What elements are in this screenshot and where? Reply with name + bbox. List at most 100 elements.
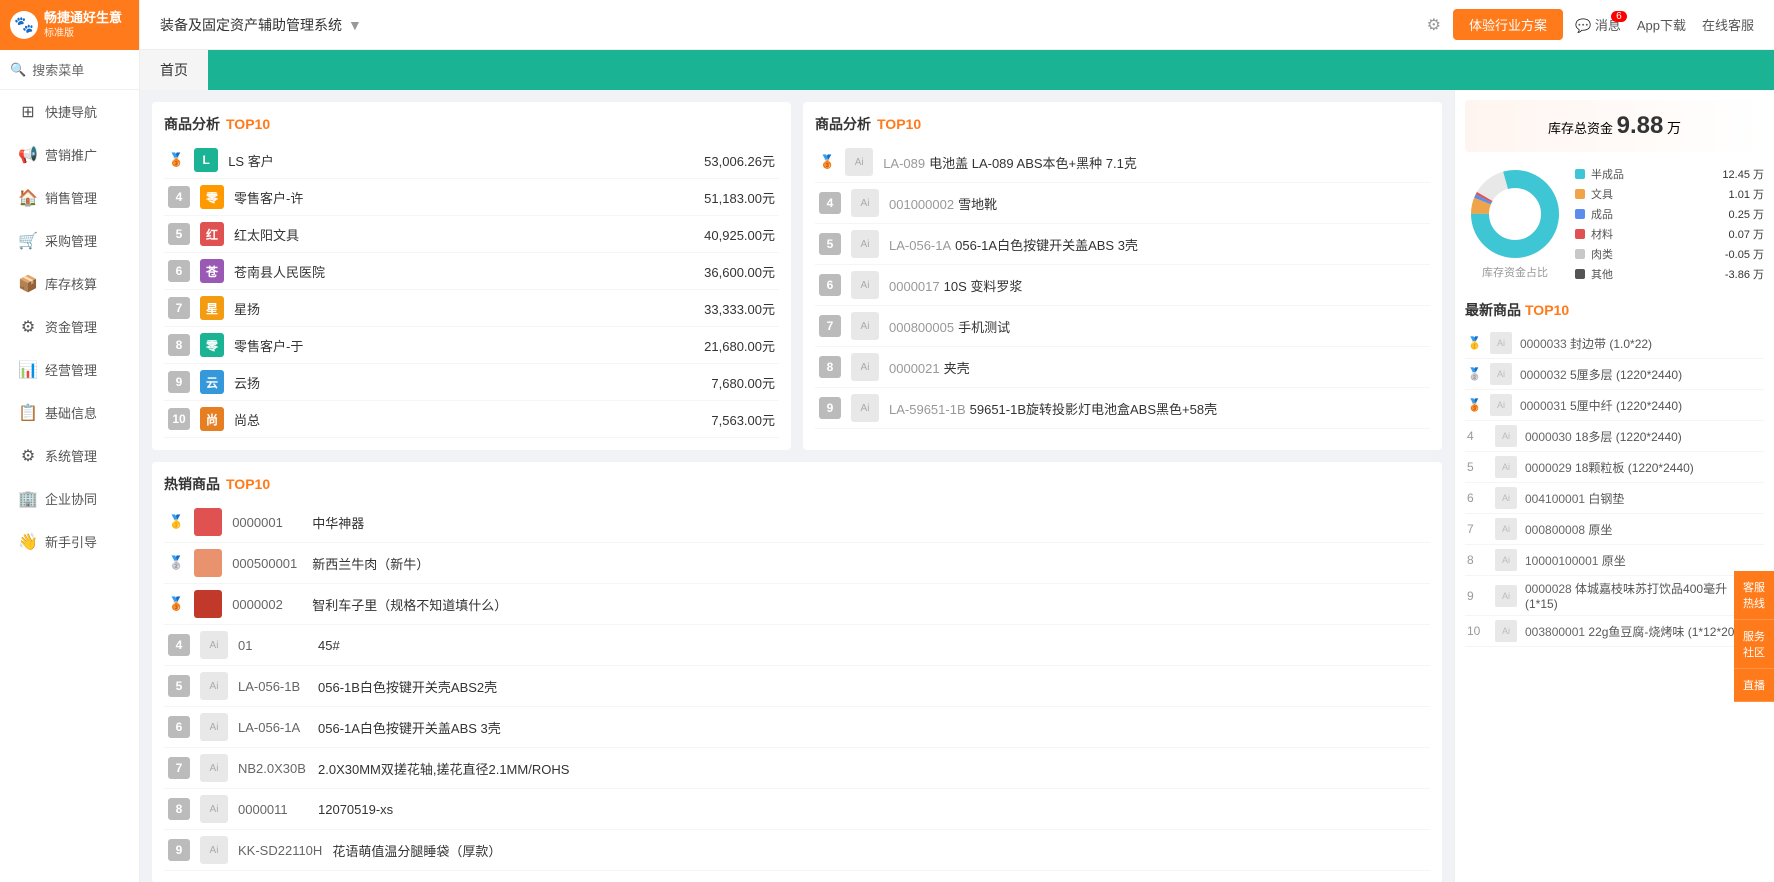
donut-legend: 半成品 12.45 万 文具 1.01 万 成品 0.25 万 [1575, 166, 1764, 286]
avatar: 星 [200, 296, 224, 320]
sidebar-item-inventory[interactable]: 📦 库存核算 [0, 262, 139, 305]
sidebar-item-finance[interactable]: ⚙ 资金管理 [0, 305, 139, 348]
sidebar-item-purchase[interactable]: 🛒 采购管理 [0, 219, 139, 262]
legend-item: 其他 -3.86 万 [1575, 266, 1764, 282]
settings-icon[interactable]: ⚙ [1427, 15, 1441, 35]
new-prod-item: 🥉 Ai 0000031 5厘中纤 (1220*2440) [1465, 390, 1764, 421]
product-thumb: Ai [851, 189, 879, 217]
avatar: 苍 [200, 259, 224, 283]
medal-icon: 🥇 [168, 514, 184, 530]
live-button[interactable]: 直播 [1734, 669, 1774, 702]
new-prod-item: 10 Ai 003800001 22g鱼豆腐-烧烤味 (1*12*20) [1465, 616, 1764, 647]
legend-item: 材料 0.07 万 [1575, 226, 1764, 242]
sidebar-item-basic[interactable]: 📋 基础信息 [0, 391, 139, 434]
rank-item: 10 尚 尚总 7,563.00元 [164, 401, 779, 438]
rank-item: 5 Ai LA-056-1B 056-1B白色按键开关壳ABS2壳 [164, 666, 1430, 707]
medal-icon: 🥉 [168, 596, 184, 612]
rank-item: 6 Ai LA-056-1A 056-1A白色按键开关盖ABS 3壳 [164, 707, 1430, 748]
legend-dot [1575, 229, 1585, 239]
new-prod-item: 🥈 Ai 0000032 5厘多层 (1220*2440) [1465, 359, 1764, 390]
app-download-link[interactable]: App下载 [1637, 15, 1686, 34]
sidebar-item-operation[interactable]: 📊 经营管理 [0, 348, 139, 391]
customer-ranking-card: 商品分析 TOP10 🥉 L LS 客户 53,006.26元 4 [152, 102, 791, 450]
tab-home[interactable]: 首页 [140, 50, 208, 90]
product-thumb: Ai [845, 148, 873, 176]
donut-chart-section: 库存资金占比 半成品 12.45 万 文具 1.01 万 [1465, 164, 1764, 288]
sidebar-item-marketing[interactable]: 📢 营销推广 [0, 133, 139, 176]
corp-icon: 🏢 [19, 490, 37, 508]
app-logo: 🐾 畅捷通好生意 标准版 [0, 0, 139, 50]
logo-icon: 🐾 [10, 11, 38, 39]
top-rankings-row: 商品分析 TOP10 🥉 L LS 客户 53,006.26元 4 [152, 102, 1442, 450]
avatar: L [194, 148, 218, 172]
system-name-text: 装备及固定资产辅助管理系统 [160, 15, 342, 35]
topbar: 装备及固定资产辅助管理系统 ▼ ⚙ 体验行业方案 💬 6 消息 App下载 在线… [140, 0, 1774, 50]
customer-service-button[interactable]: 客服热线 [1734, 571, 1774, 620]
rank-item: 9 云 云扬 7,680.00元 [164, 364, 779, 401]
legend-dot [1575, 209, 1585, 219]
new-prod-item: 7 Ai 000800008 原坐 [1465, 514, 1764, 545]
medal-icon: 🥇 [1467, 336, 1482, 350]
product-flow-card: 商品分析 TOP10 🥉 Ai LA-089电池盖 LA-089 ABS本色+黑… [803, 102, 1442, 450]
medal-icon: 🥉 [819, 154, 835, 170]
rank-item: 7 Ai 000800005手机测试 [815, 306, 1430, 347]
inventory-unit: 万 [1667, 120, 1681, 136]
sales-icon: 🏠 [19, 189, 37, 207]
logo-sub: 标准版 [44, 27, 122, 40]
sidebar-item-label: 销售管理 [45, 188, 97, 207]
new-products-title: 最新商品 TOP10 [1465, 300, 1764, 320]
logo-text: 畅捷通好生意 标准版 [44, 10, 122, 40]
dropdown-icon[interactable]: ▼ [348, 17, 362, 33]
new-products-section: 最新商品 TOP10 🥇 Ai 0000033 封边带 (1.0*22) 🥈 A… [1465, 300, 1764, 647]
search-menu[interactable]: 🔍 搜索菜单 [0, 50, 139, 90]
inventory-icon: 📦 [19, 275, 37, 293]
sidebar-item-label: 企业协同 [45, 489, 97, 508]
rank-item: 6 苍 苍南县人民医院 36,600.00元 [164, 253, 779, 290]
inventory-total-card: 库存总资金 9.88 万 [1465, 100, 1764, 152]
avatar: 尚 [200, 407, 224, 431]
content-main: 商品分析 TOP10 🥉 L LS 客户 53,006.26元 4 [140, 90, 1454, 882]
search-icon: 🔍 [10, 62, 26, 78]
sidebar-item-system[interactable]: ⚙ 系统管理 [0, 434, 139, 477]
sidebar-item-sales[interactable]: 🏠 销售管理 [0, 176, 139, 219]
product-thumb: Ai [1495, 620, 1517, 642]
product-thumb: Ai [1490, 332, 1512, 354]
rank-item: 🥉 Ai LA-089电池盖 LA-089 ABS本色+黑种 7.1克 [815, 142, 1430, 183]
rank-item: 7 星 星扬 33,333.00元 [164, 290, 779, 327]
guide-icon: 👋 [19, 533, 37, 551]
medal-icon: 🥉 [168, 152, 184, 168]
sidebar-item-corp[interactable]: 🏢 企业协同 [0, 477, 139, 520]
nav-tabs: 首页 [140, 50, 1774, 90]
topbar-right: 💬 6 消息 App下载 在线客服 [1575, 15, 1754, 34]
sidebar-item-label: 采购管理 [45, 231, 97, 250]
legend-item: 半成品 12.45 万 [1575, 166, 1764, 182]
customer-ranking-title: 商品分析 TOP10 [164, 114, 779, 134]
product-thumb: Ai [1495, 456, 1517, 478]
try-plan-button[interactable]: 体验行业方案 [1453, 9, 1563, 40]
product-thumb: Ai [851, 312, 879, 340]
purchase-icon: 🛒 [19, 232, 37, 250]
inventory-title: 库存总资金 9.88 万 [1477, 112, 1752, 140]
rank-item: 4 Ai 001000002雪地靴 [815, 183, 1430, 224]
product-thumb: Ai [200, 713, 228, 741]
rank-item: 5 Ai LA-056-1A056-1A白色按键开关盖ABS 3壳 [815, 224, 1430, 265]
logo-main: 畅捷通好生意 [44, 10, 122, 27]
legend-item: 肉类 -0.05 万 [1575, 246, 1764, 262]
product-thumb: Ai [851, 394, 879, 422]
sidebar-item-guide[interactable]: 👋 新手引导 [0, 520, 139, 563]
right-panel: 库存总资金 9.88 万 [1454, 90, 1774, 882]
product-flow-list: 🥉 Ai LA-089电池盖 LA-089 ABS本色+黑种 7.1克 4 Ai… [815, 142, 1430, 429]
legend-item: 文具 1.01 万 [1575, 186, 1764, 202]
product-thumb: Ai [200, 672, 228, 700]
customer-rank-list: 🥉 L LS 客户 53,006.26元 4 零 零售客户-许 51,183.0… [164, 142, 779, 438]
online-service-link[interactable]: 在线客服 [1702, 15, 1754, 34]
rank-item: 4 零 零售客户-许 51,183.00元 [164, 179, 779, 216]
service-community-button[interactable]: 服务社区 [1734, 620, 1774, 669]
message-count: 6 [1611, 11, 1627, 22]
sidebar-item-quick-nav[interactable]: ⊞ 快捷导航 [0, 90, 139, 133]
legend-dot [1575, 249, 1585, 259]
message-badge[interactable]: 💬 6 消息 [1575, 15, 1621, 34]
donut-caption: 库存资金占比 [1482, 264, 1548, 280]
donut-chart [1465, 164, 1565, 264]
rank-item: 8 零 零售客户-于 21,680.00元 [164, 327, 779, 364]
